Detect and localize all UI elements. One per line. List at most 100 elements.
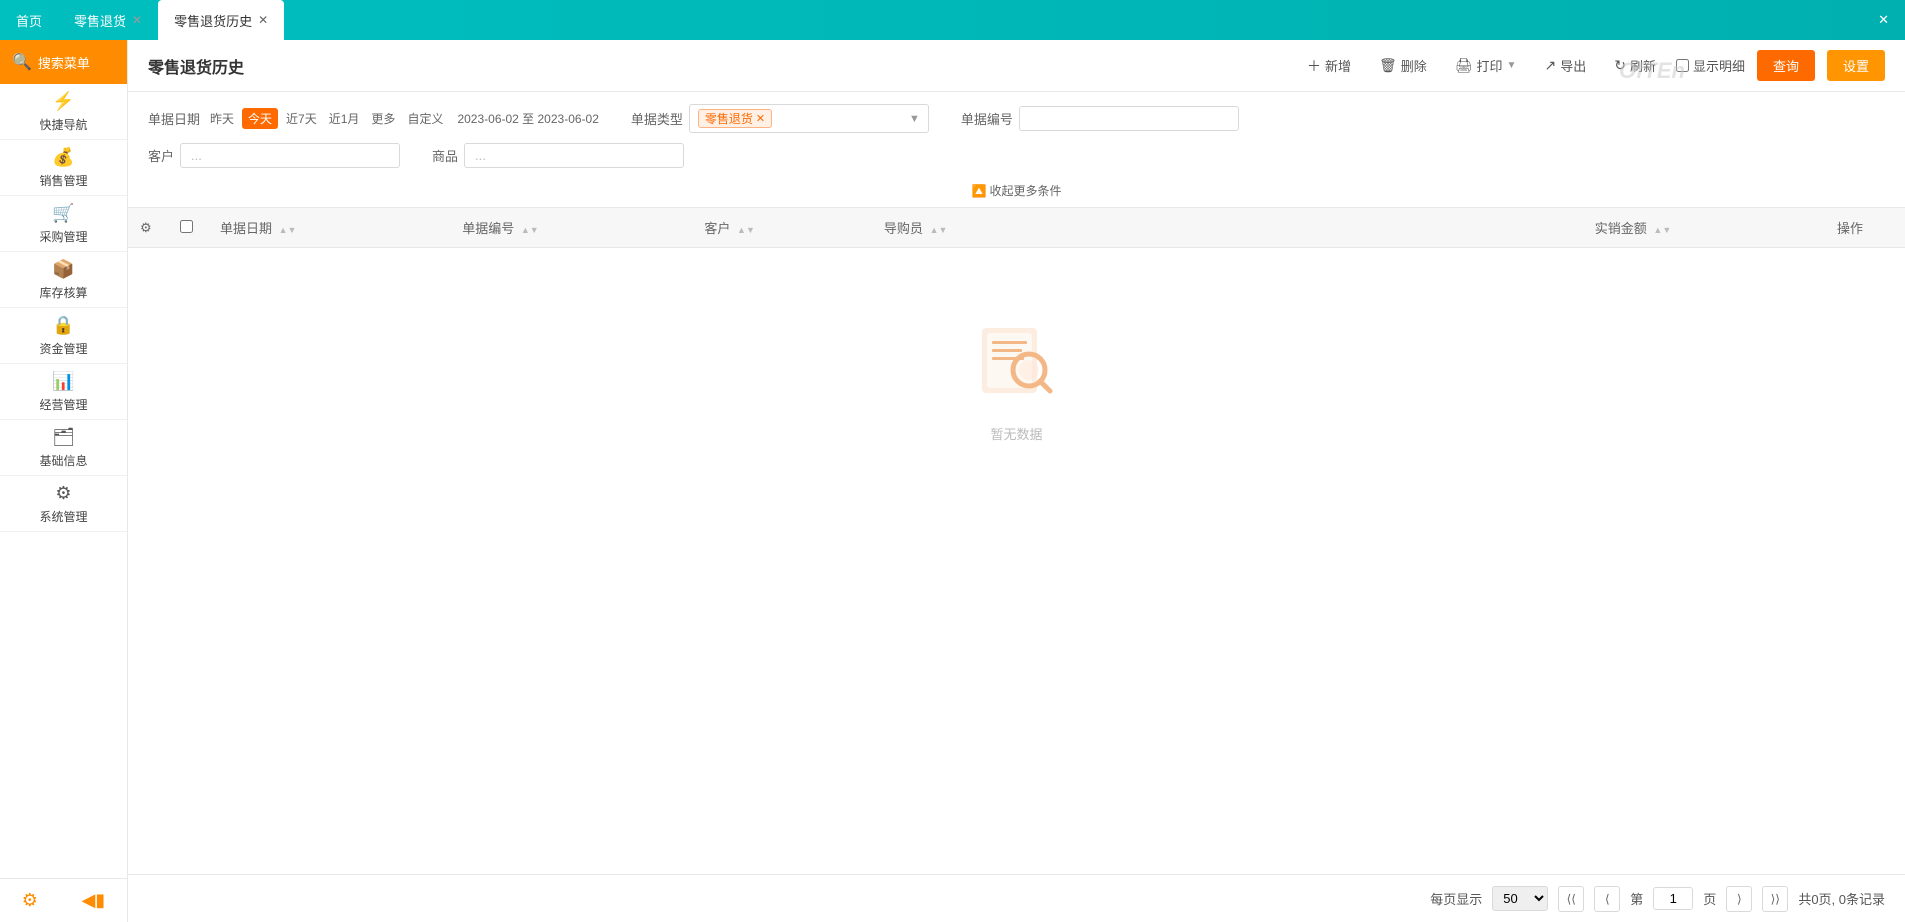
date-opt-today[interactable]: 今天: [242, 108, 278, 129]
th-doc-no-label: 单据编号: [462, 221, 514, 236]
goods-placeholder: ...: [475, 148, 486, 163]
date-opt-more[interactable]: 更多: [367, 108, 399, 129]
th-spacer: [1083, 208, 1583, 248]
doctype-tag-close[interactable]: ✕: [756, 112, 765, 125]
tab-home[interactable]: 首页: [0, 0, 58, 40]
filter-date-options: 昨天 今天 近7天 近1月 更多 自定义: [206, 108, 447, 129]
sidebar-settings-icon[interactable]: ⚙: [22, 890, 38, 911]
sidebar-item-inventory[interactable]: 📦 库存核算: [0, 252, 127, 308]
prev-page-button[interactable]: ⟨: [1594, 886, 1620, 912]
export-button[interactable]: ↗ 导出: [1536, 52, 1594, 79]
sidebar-search[interactable]: 🔍 搜索菜单: [0, 40, 127, 84]
filter-goods-item: 商品 ...: [432, 143, 684, 168]
empty-text: 暂无数据: [990, 424, 1042, 443]
th-customer[interactable]: 客户 ▲▼: [692, 208, 872, 248]
table-header: ⚙ 单据日期 ▲▼ 单据编号 ▲▼ 客户 ▲▼: [128, 208, 1905, 248]
th-doc-date[interactable]: 单据日期 ▲▼: [208, 208, 450, 248]
refresh-button[interactable]: ↻ 刷新: [1606, 52, 1664, 79]
date-opt-1month[interactable]: 近1月: [325, 108, 364, 129]
per-page-label: 每页显示: [1430, 889, 1482, 908]
top-bar-close[interactable]: ✕: [1878, 12, 1905, 28]
header-actions: ＋ 新增 🗑 删除 🖨 打印 ▼ ↗ 导出 ↻ 刷新: [1299, 50, 1885, 81]
th-actions-label: 操作: [1837, 221, 1863, 236]
tab-retail-return-history-close[interactable]: ✕: [258, 13, 268, 27]
page-input[interactable]: [1653, 887, 1693, 910]
collapse-button[interactable]: 🔼 收起更多条件: [972, 182, 1062, 199]
page-label: 第: [1630, 889, 1643, 908]
filter-docno-input[interactable]: [1019, 106, 1239, 131]
th-guide-label: 导购员: [884, 221, 923, 236]
tab-retail-return[interactable]: 零售退货 ✕: [58, 0, 158, 40]
sidebar-item-operations-label: 经营管理: [39, 396, 87, 413]
sort-icons-doc-date: ▲▼: [279, 225, 297, 235]
sidebar-item-finance[interactable]: 🔒 资金管理: [0, 308, 127, 364]
filter-doctype-label: 单据类型: [631, 109, 683, 128]
sidebar-item-purchase-mgmt-label: 采购管理: [39, 228, 87, 245]
empty-cell: 暂无数据: [128, 248, 1905, 484]
filter-row-1: 单据日期 昨天 今天 近7天 近1月 更多 自定义 2023-06-02 至 2…: [148, 104, 1885, 133]
delete-label: 删除: [1401, 56, 1427, 75]
sidebar-item-operations[interactable]: 📊 经营管理: [0, 364, 127, 420]
purchase-mgmt-icon: 🛒: [52, 203, 74, 224]
th-amount[interactable]: 实销金额 ▲▼: [1583, 208, 1825, 248]
show-detail-wrap: 显示明细: [1676, 56, 1745, 75]
page-suffix: 页: [1703, 889, 1716, 908]
date-opt-7days[interactable]: 近7天: [282, 108, 321, 129]
th-amount-label: 实销金额: [1595, 221, 1647, 236]
select-all-checkbox[interactable]: [180, 220, 193, 233]
delete-button[interactable]: 🗑 删除: [1371, 52, 1435, 79]
th-actions: 操作: [1825, 208, 1905, 248]
print-button[interactable]: 🖨 打印 ▼: [1447, 52, 1525, 79]
per-page-select[interactable]: 50 10 20 100: [1492, 886, 1548, 911]
sidebar-item-sales-mgmt-label: 销售管理: [39, 172, 87, 189]
print-label: 打印: [1477, 56, 1503, 75]
show-detail-checkbox[interactable]: [1676, 59, 1689, 72]
th-customer-label: 客户: [704, 221, 730, 236]
table-body: 暂无数据: [128, 248, 1905, 484]
add-button[interactable]: ＋ 新增: [1299, 52, 1359, 80]
tab-retail-return-history-label: 零售退货历史: [174, 11, 252, 30]
settings-button[interactable]: 设置: [1827, 50, 1885, 81]
th-guide[interactable]: 导购员 ▲▼: [872, 208, 1083, 248]
page-title: 零售退货历史: [148, 54, 1299, 78]
sidebar-item-quick-nav[interactable]: ⚡ 快捷导航: [0, 84, 127, 140]
refresh-label: 刷新: [1630, 56, 1656, 75]
last-page-button[interactable]: ⟩⟩: [1762, 886, 1788, 912]
date-opt-custom[interactable]: 自定义: [403, 108, 447, 129]
basic-info-icon: 🗂: [52, 427, 75, 448]
sidebar-item-purchase-mgmt[interactable]: 🛒 采购管理: [0, 196, 127, 252]
add-icon: ＋: [1307, 56, 1321, 76]
th-settings[interactable]: ⚙: [128, 208, 168, 248]
first-page-button[interactable]: ⟨⟨: [1558, 886, 1584, 912]
query-button[interactable]: 查询: [1757, 50, 1815, 81]
sidebar-volume-icon[interactable]: ◀▮: [81, 890, 105, 911]
customer-placeholder: ...: [191, 148, 202, 163]
date-opt-yesterday[interactable]: 昨天: [206, 108, 238, 129]
sidebar-search-label: 搜索菜单: [38, 53, 90, 72]
print-icon: 🖨: [1455, 57, 1473, 74]
collapse-label: 收起更多条件: [989, 182, 1061, 199]
sort-icons-customer: ▲▼: [737, 225, 755, 235]
doctype-tag[interactable]: 零售退货 ✕: [698, 109, 772, 128]
filter-date-item: 单据日期 昨天 今天 近7天 近1月 更多 自定义 2023-06-02 至 2…: [148, 108, 599, 129]
next-page-button[interactable]: ⟩: [1726, 886, 1752, 912]
sidebar-item-sales-mgmt[interactable]: 💰 销售管理: [0, 140, 127, 196]
data-table: ⚙ 单据日期 ▲▼ 单据编号 ▲▼ 客户 ▲▼: [128, 208, 1905, 483]
th-doc-no[interactable]: 单据编号 ▲▼: [450, 208, 692, 248]
sidebar-item-finance-label: 资金管理: [39, 340, 87, 357]
tab-retail-return-history[interactable]: 零售退货历史 ✕: [158, 0, 284, 40]
filter-customer-input[interactable]: ...: [180, 143, 400, 168]
sidebar-item-basic-info[interactable]: 🗂 基础信息: [0, 420, 127, 476]
pagination-bar: 每页显示 50 10 20 100 ⟨⟨ ⟨ 第 页 ⟩ ⟩⟩ 共0页, 0条记…: [128, 874, 1905, 922]
filter-docno-label: 单据编号: [961, 109, 1013, 128]
refresh-icon: ↻: [1614, 57, 1626, 74]
th-checkbox[interactable]: [168, 208, 208, 248]
sales-mgmt-icon: 💰: [52, 147, 74, 168]
show-detail-label: 显示明细: [1693, 56, 1745, 75]
export-icon: ↗: [1544, 57, 1556, 74]
tab-retail-return-close[interactable]: ✕: [132, 13, 142, 27]
sidebar-item-system-mgmt[interactable]: ⚙ 系统管理: [0, 476, 127, 532]
sort-icons-amount: ▲▼: [1653, 225, 1671, 235]
filter-doctype-select[interactable]: 零售退货 ✕ ▼: [689, 104, 929, 133]
filter-goods-input[interactable]: ...: [464, 143, 684, 168]
